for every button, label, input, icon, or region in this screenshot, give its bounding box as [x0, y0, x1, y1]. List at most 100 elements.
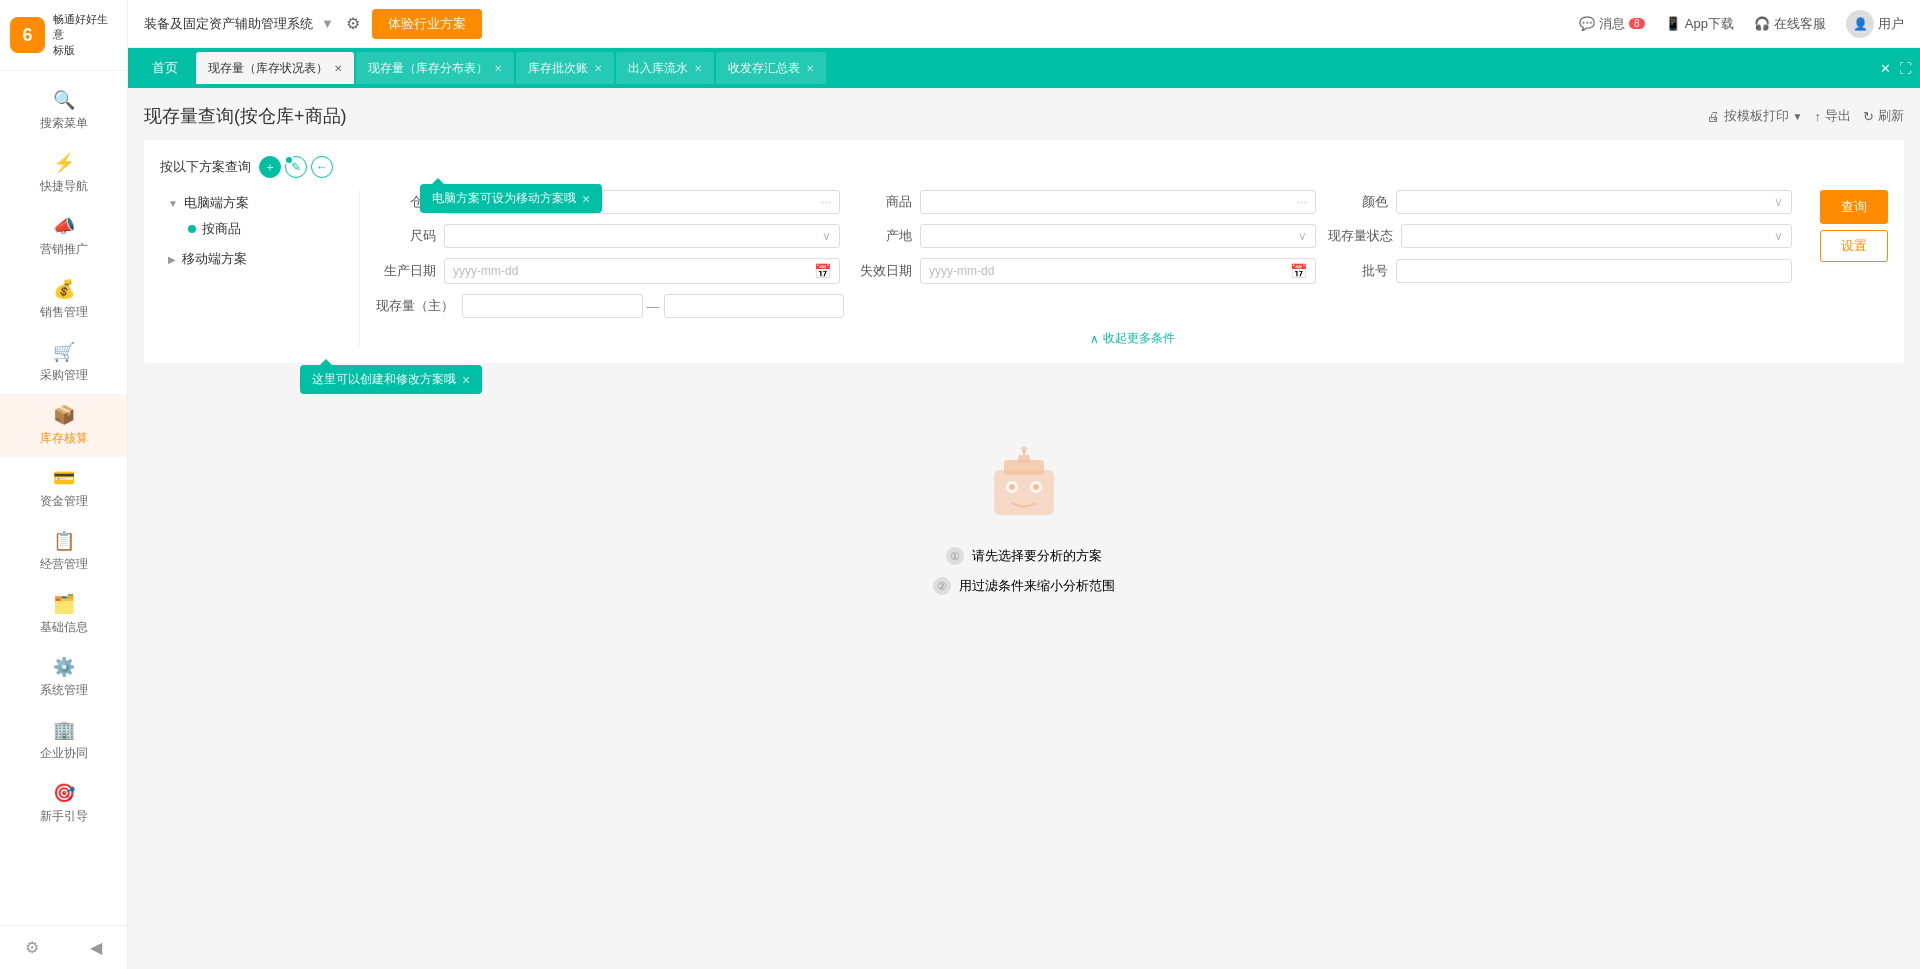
topbar-right: 💬 消息 8 📱 App下载 🎧 在线客服 👤 用户	[1579, 10, 1904, 38]
export-btn[interactable]: ↑ 导出	[1815, 107, 1852, 125]
tree-sub: 按商品	[168, 216, 347, 242]
sidebar-item-finance[interactable]: 💳 资金管理	[0, 457, 127, 520]
sidebar-item-guide[interactable]: ⚡ 快捷导航	[0, 142, 127, 205]
tree-desktop[interactable]: ▼ 电脑端方案	[168, 190, 347, 216]
sidebar-item-marketing[interactable]: 📣 营销推广	[0, 205, 127, 268]
svg-point-5	[1033, 484, 1039, 490]
logo-area: 6 畅通好好生意 标版	[0, 0, 127, 71]
tree-mobile[interactable]: ▶ 移动端方案	[168, 246, 347, 272]
add-scheme-btn[interactable]: ＋	[259, 156, 281, 178]
sidebar-item-purchase[interactable]: 🛒 采购管理	[0, 331, 127, 394]
user-btn[interactable]: 👤 用户	[1846, 10, 1904, 38]
sidebar-item-basic[interactable]: 🗂️ 基础信息	[0, 583, 127, 646]
refresh-btn[interactable]: ↻ 刷新	[1863, 107, 1904, 125]
qty-main-to-input[interactable]	[664, 294, 845, 318]
basic-icon: 🗂️	[53, 593, 75, 615]
edit-scheme-btn[interactable]: ✎	[285, 156, 307, 178]
tab-close-icon[interactable]: ✕	[694, 63, 702, 74]
calendar-icon: 📅	[814, 263, 831, 279]
expire-date-input[interactable]: yyyy-mm-dd 📅	[920, 258, 1316, 284]
sidebar-item-inventory[interactable]: 📦 库存核算	[0, 394, 127, 457]
collapse-up-icon: ∧	[1090, 332, 1099, 346]
batch-input[interactable]	[1396, 259, 1792, 283]
sidebar-item-enterprise[interactable]: 🏢 企业协同	[0, 709, 127, 772]
batch-field: 批号	[1328, 258, 1792, 284]
print-dropdown-icon: ▼	[1793, 111, 1803, 122]
goods-select[interactable]: ···	[920, 190, 1316, 214]
tab-recv-send[interactable]: 收发存汇总表 ✕	[716, 52, 826, 84]
sidebar-item-search[interactable]: 🔍 搜索菜单	[0, 79, 127, 142]
sales-icon: 💰	[53, 278, 75, 300]
color-arrow-icon: ∨	[1774, 195, 1783, 209]
export-icon: ↑	[1815, 109, 1822, 124]
app-download-btn[interactable]: 📱 App下载	[1665, 15, 1734, 33]
tab-inout-flow[interactable]: 出入库流水 ✕	[616, 52, 714, 84]
back-icon: ←	[316, 160, 328, 174]
calendar2-icon: 📅	[1290, 263, 1307, 279]
tab-close-icon[interactable]: ✕	[806, 63, 814, 74]
tab-close-icon[interactable]: ✕	[494, 63, 502, 74]
message-btn[interactable]: 💬 消息 8	[1579, 15, 1645, 33]
reset-btn[interactable]: 设置	[1820, 230, 1888, 262]
search-main: 仓库 ··· 商品	[376, 190, 1888, 347]
purchase-icon: 🛒	[53, 341, 75, 363]
topbar-system-name: 装备及固定资产辅助管理系统 ▼	[144, 15, 334, 33]
qty-main-field: 现存量（主） —	[376, 294, 844, 318]
sidebar-nav: 🔍 搜索菜单 ⚡ 快捷导航 📣 营销推广 💰 销售管理 🛒 采购管理 📦 库存核…	[0, 71, 127, 925]
search-btn-group: 查询 设置	[1808, 190, 1888, 322]
tab-home[interactable]: 首页	[136, 48, 194, 88]
collapse-btn[interactable]: ∧ 收起更多条件	[376, 322, 1888, 347]
inventory-icon: 📦	[53, 404, 75, 426]
svg-point-8	[1021, 446, 1027, 452]
online-support-btn[interactable]: 🎧 在线客服	[1754, 15, 1826, 33]
collapse-sidebar-icon[interactable]: ◀	[90, 938, 102, 957]
message-icon: 💬	[1579, 16, 1595, 31]
finance-icon: 💳	[53, 467, 75, 489]
qty-main-from-input[interactable]	[462, 294, 643, 318]
search-icon: 🔍	[53, 89, 75, 111]
filter-tree: ▼ 电脑端方案 按商品 ▶ 移动端方案	[160, 190, 347, 272]
tab-close-icon[interactable]: ✕	[594, 63, 602, 74]
prod-date-input[interactable]: yyyy-mm-dd 📅	[444, 258, 840, 284]
settings-bottom-icon[interactable]: ⚙	[25, 938, 39, 957]
tooltip1-close-btn[interactable]: ×	[582, 191, 590, 207]
origin-select[interactable]: ∨	[920, 224, 1316, 248]
tab-inventory-status[interactable]: 现存量（库存状况表） ✕	[196, 52, 354, 84]
back-arrow-btn[interactable]: ←	[311, 156, 333, 178]
avatar: 👤	[1846, 10, 1874, 38]
page-title: 现存量查询(按仓库+商品)	[144, 104, 347, 128]
system-icon: ⚙️	[53, 656, 75, 678]
tab-batch-account[interactable]: 库存批次账 ✕	[516, 52, 614, 84]
goods-dots: ···	[1297, 195, 1307, 209]
industry-btn[interactable]: 体验行业方案	[372, 9, 482, 39]
tab-close-all-icon[interactable]: ✕	[1880, 61, 1891, 76]
operations-icon: 📋	[53, 530, 75, 552]
tooltip2-close-btn[interactable]: ×	[462, 372, 470, 388]
tooltip-create-scheme: 这里可以创建和修改方案哦 ×	[300, 365, 482, 394]
prod-date-field: 生产日期 yyyy-mm-dd 📅	[376, 258, 840, 284]
sidebar-item-sales[interactable]: 💰 销售管理	[0, 268, 127, 331]
tab-maximize-icon[interactable]: ⛶	[1899, 61, 1912, 76]
qty-main-range: —	[462, 294, 844, 318]
tab-inventory-dist[interactable]: 现存量（库存分布表） ✕	[356, 52, 514, 84]
svg-point-4	[1009, 484, 1015, 490]
size-select[interactable]: ∨	[444, 224, 840, 248]
query-btn[interactable]: 查询	[1820, 190, 1888, 224]
search-left-panel: ▼ 电脑端方案 按商品 ▶ 移动端方案	[160, 190, 360, 347]
qty-status-select[interactable]: ∨	[1401, 224, 1792, 248]
sidebar-item-operations[interactable]: 📋 经营管理	[0, 520, 127, 583]
sidebar-item-system[interactable]: ⚙️ 系统管理	[0, 646, 127, 709]
empty-step2: ② 用过滤条件来缩小分析范围	[933, 577, 1115, 595]
search-header-icons: ＋ ✎ ←	[259, 156, 333, 178]
print-btn[interactable]: 🖨 按模板打印 ▼	[1707, 107, 1803, 125]
qty-status-arrow-icon: ∨	[1774, 229, 1783, 243]
origin-field: 产地 ∨	[852, 224, 1316, 248]
sidebar-item-newbie[interactable]: 🎯 新手引导	[0, 772, 127, 835]
tab-close-icon[interactable]: ✕	[334, 63, 342, 74]
content-area: 现存量查询(按仓库+商品) 🖨 按模板打印 ▼ ↑ 导出 ↻ 刷新	[128, 88, 1920, 969]
tree-by-goods[interactable]: 按商品	[188, 216, 347, 242]
color-select[interactable]: ∨	[1396, 190, 1792, 214]
topbar-gear-icon[interactable]: ⚙	[346, 14, 360, 33]
brand-text: 畅通好好生意 标版	[53, 12, 117, 58]
goods-field: 商品 ···	[852, 190, 1316, 214]
